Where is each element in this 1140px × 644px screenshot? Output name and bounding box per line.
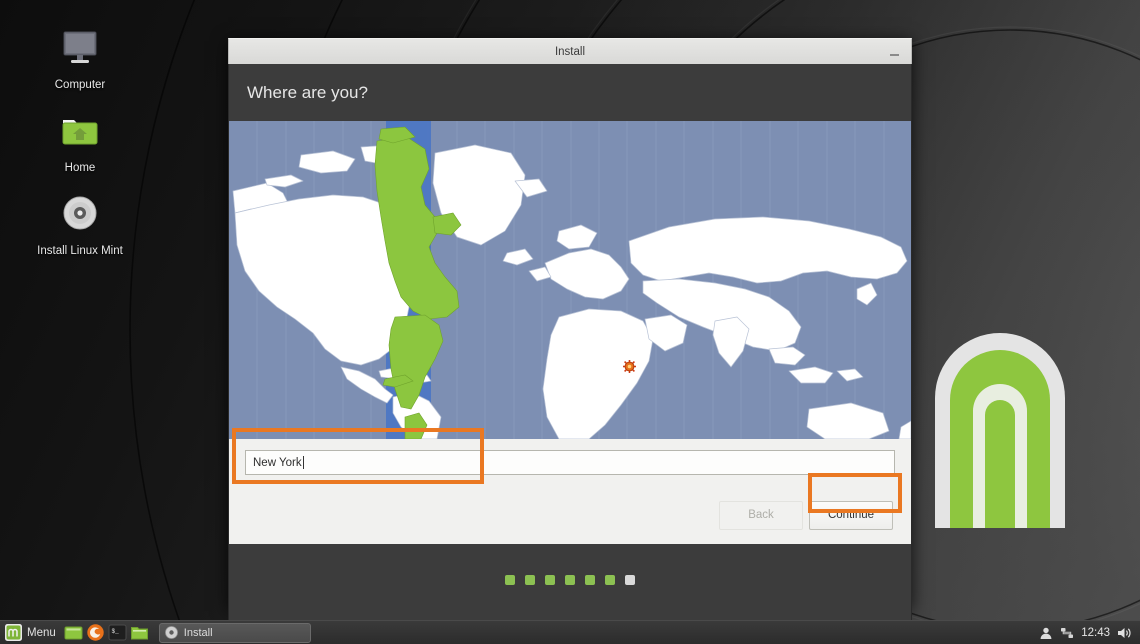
mint-menu-icon xyxy=(5,624,22,641)
taskbar-item-label: Install xyxy=(183,626,213,639)
progress-dot xyxy=(545,574,555,585)
minimize-icon[interactable] xyxy=(885,45,903,59)
location-marker-icon xyxy=(623,360,636,373)
window-title: Install xyxy=(554,45,586,58)
location-input[interactable]: New York xyxy=(245,450,895,475)
desktop-icon-label: Home xyxy=(64,162,96,174)
show-desktop-icon[interactable] xyxy=(64,623,83,642)
taskbar-item-install[interactable]: Install xyxy=(158,622,311,643)
location-form-bar: New York xyxy=(228,439,912,486)
continue-button[interactable]: Continue xyxy=(809,500,893,530)
mint-logo xyxy=(935,333,1065,528)
network-icon[interactable] xyxy=(1060,626,1074,640)
page-title: Where are you? xyxy=(247,82,368,102)
system-tray: 12:43 xyxy=(1039,626,1140,640)
desktop-icon-label: Install Linux Mint xyxy=(37,245,123,257)
dialog-button-bar: Back Continue xyxy=(228,486,912,544)
clock[interactable]: 12:43 xyxy=(1081,627,1110,639)
desktop-icon-home[interactable]: Home xyxy=(25,108,135,176)
progress-dot xyxy=(605,574,615,585)
disc-icon xyxy=(164,626,178,639)
file-manager-icon[interactable] xyxy=(130,623,149,642)
progress-dot-active xyxy=(625,574,635,585)
progress-dot xyxy=(505,574,515,585)
world-map-svg xyxy=(229,121,911,439)
volume-icon[interactable] xyxy=(1117,626,1132,640)
svg-text:$_: $_ xyxy=(111,628,119,635)
taskbar[interactable]: Menu $_ Install 12:43 xyxy=(0,620,1140,644)
dialog-header: Where are you? xyxy=(228,64,912,121)
home-folder-icon xyxy=(56,108,104,156)
back-button[interactable]: Back xyxy=(719,500,803,530)
installer-window[interactable]: Install Where are you? New York Back Con… xyxy=(228,38,912,628)
user-icon[interactable] xyxy=(1039,626,1053,640)
menu-button[interactable]: Menu xyxy=(0,622,64,644)
progress-dot xyxy=(585,574,595,585)
timezone-map[interactable] xyxy=(228,121,912,439)
terminal-icon[interactable]: $_ xyxy=(108,623,127,642)
firefox-icon[interactable] xyxy=(86,623,105,642)
desktop-icon-label: Computer xyxy=(54,79,106,91)
disc-icon xyxy=(56,191,104,239)
window-task-list: Install xyxy=(158,622,311,643)
menu-label: Menu xyxy=(27,626,56,639)
progress-dot xyxy=(565,574,575,585)
computer-monitor-icon xyxy=(56,25,104,73)
desktop-icon-computer[interactable]: Computer xyxy=(25,25,135,93)
location-input-value: New York xyxy=(253,456,302,469)
progress-dot xyxy=(525,574,535,585)
text-caret xyxy=(302,456,304,469)
progress-dots xyxy=(228,544,912,628)
window-titlebar[interactable]: Install xyxy=(228,38,912,64)
desktop-icon-install-linux-mint[interactable]: Install Linux Mint xyxy=(25,191,135,259)
desktop[interactable]: Computer Home Install Linux Mint Install xyxy=(0,0,1140,644)
